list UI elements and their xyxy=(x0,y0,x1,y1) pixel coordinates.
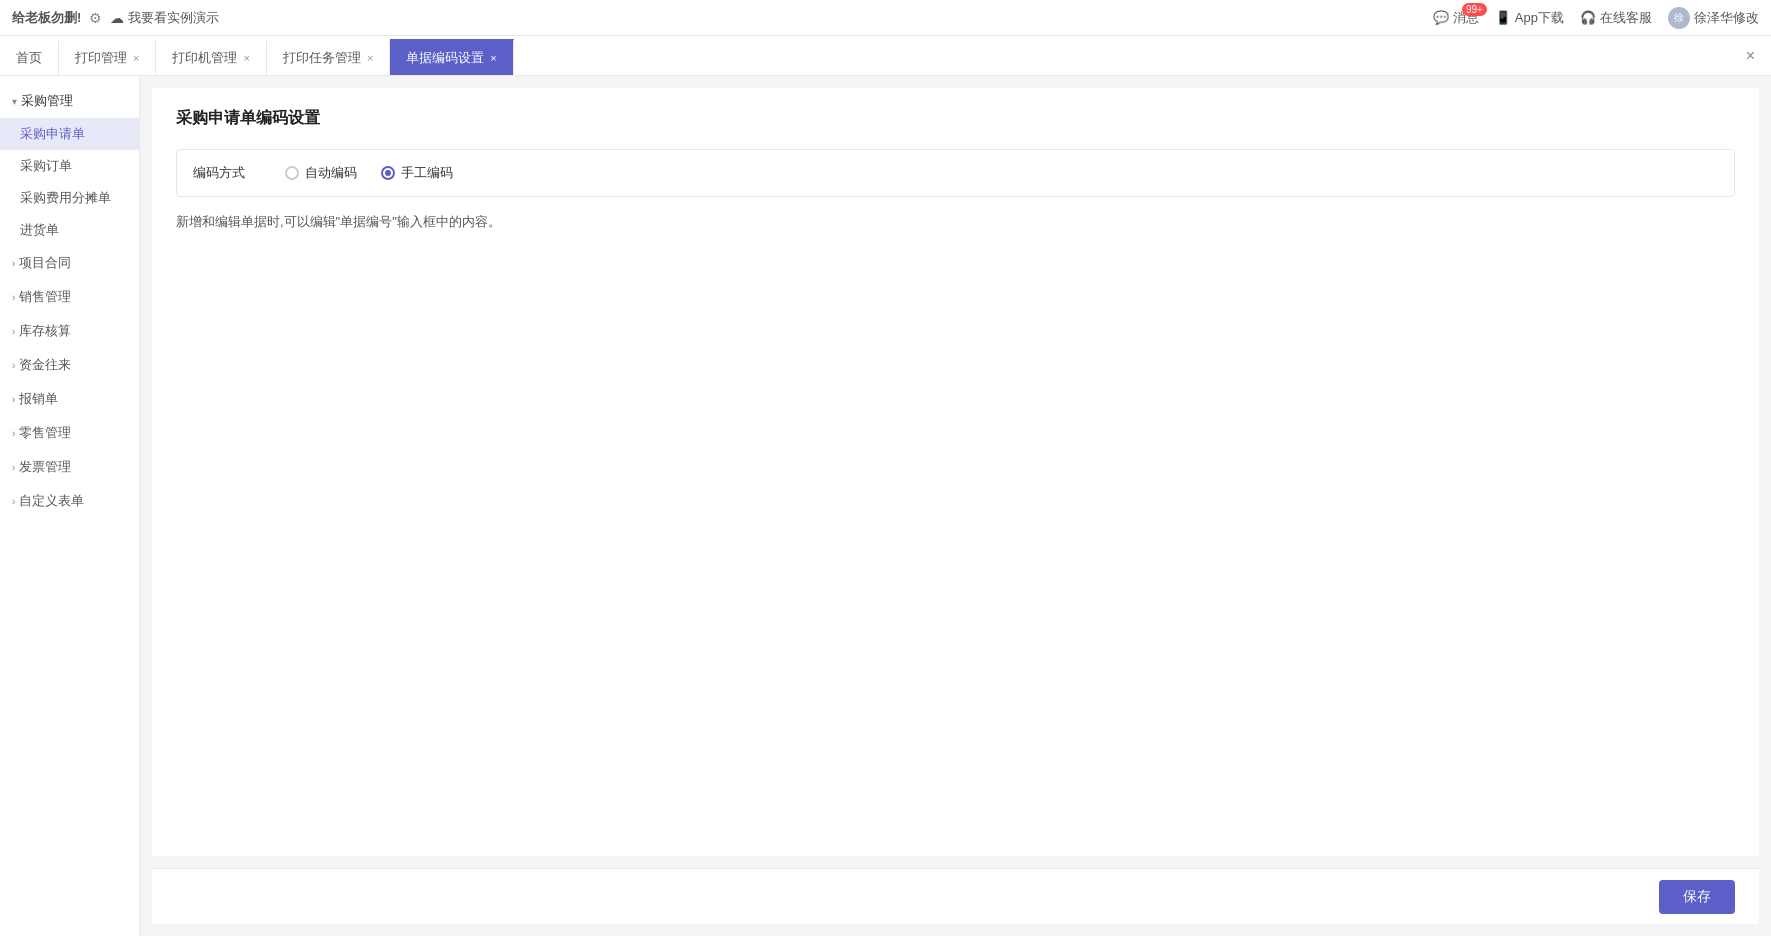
radio-manual-circle xyxy=(381,166,395,180)
footer-bar: 保存 xyxy=(152,868,1759,924)
sidebar-group-invoice-mgmt[interactable]: › 发票管理 xyxy=(0,450,139,484)
tab-print-mgmt[interactable]: 打印管理 × xyxy=(59,39,156,75)
hint-text: 新增和编辑单据时,可以编辑"单据编号"输入框中的内容。 xyxy=(176,213,1735,231)
tab-single-code-setting-close[interactable]: × xyxy=(490,53,496,64)
service-label: 在线客服 xyxy=(1600,9,1652,27)
encoding-label: 编码方式 xyxy=(193,164,253,182)
sidebar-group-purchase-mgmt[interactable]: ▾ 采购管理 xyxy=(0,84,139,118)
tab-printer-mgmt-label: 打印机管理 xyxy=(172,49,237,67)
online-service-button[interactable]: 🎧 在线客服 xyxy=(1580,9,1652,27)
sidebar-group-fund[interactable]: › 资金往来 xyxy=(0,348,139,382)
sidebar: ▾ 采购管理 采购申请单 采购订单 采购费用分摊单 进货单 › 项目合同 › 销… xyxy=(0,76,140,936)
sidebar-item-incoming[interactable]: 进货单 xyxy=(0,214,139,246)
app-download-button[interactable]: 📱 App下载 xyxy=(1495,9,1564,27)
tab-single-code-setting-label: 单据编码设置 xyxy=(406,49,484,67)
radio-auto-encoding[interactable]: 自动编码 xyxy=(285,164,357,182)
encoding-section: 编码方式 自动编码 手工编码 xyxy=(176,149,1735,197)
tab-print-task-mgmt[interactable]: 打印任务管理 × xyxy=(267,39,390,75)
sidebar-item-purchase-order[interactable]: 采购订单 xyxy=(0,150,139,182)
sidebar-group-sales-return[interactable]: › 报销单 xyxy=(0,382,139,416)
sidebar-group-custom-form-label: 自定义表单 xyxy=(19,492,84,510)
arrow-right-icon-6: › xyxy=(12,428,15,439)
app-label: App下载 xyxy=(1515,9,1564,27)
main-content: 采购申请单编码设置 编码方式 自动编码 手工编码 xyxy=(140,76,1771,936)
close-all-tabs-button[interactable]: × xyxy=(1746,47,1755,65)
radio-manual-encoding[interactable]: 手工编码 xyxy=(381,164,453,182)
tab-print-mgmt-close[interactable]: × xyxy=(133,53,139,64)
content-area: 采购申请单编码设置 编码方式 自动编码 手工编码 xyxy=(152,88,1759,856)
page-title: 采购申请单编码设置 xyxy=(176,108,1735,129)
sidebar-group-project-contract-label: 项目合同 xyxy=(19,254,71,272)
arrow-right-icon-3: › xyxy=(12,326,15,337)
top-bar-right: 💬 消息 99+ 📱 App下载 🎧 在线客服 徐 徐泽华修改 xyxy=(1433,7,1759,29)
message-badge: 99+ xyxy=(1462,3,1487,16)
sidebar-group-custom-form[interactable]: › 自定义表单 xyxy=(0,484,139,518)
tab-print-task-mgmt-close[interactable]: × xyxy=(367,53,373,64)
tab-home[interactable]: 首页 xyxy=(0,39,59,75)
sidebar-item-incoming-label: 进货单 xyxy=(20,222,59,237)
tab-printer-mgmt-close[interactable]: × xyxy=(243,53,249,64)
tab-bar: 首页 打印管理 × 打印机管理 × 打印任务管理 × 单据编码设置 × × xyxy=(0,36,1771,76)
tab-print-task-mgmt-label: 打印任务管理 xyxy=(283,49,361,67)
arrow-right-icon-4: › xyxy=(12,360,15,371)
sidebar-group-sales-return-label: 报销单 xyxy=(19,390,58,408)
arrow-right-icon-2: › xyxy=(12,292,15,303)
cloud-icon: ☁ xyxy=(110,10,124,26)
arrow-right-icon-7: › xyxy=(12,462,15,473)
arrow-right-icon: › xyxy=(12,258,15,269)
mobile-icon: 📱 xyxy=(1495,10,1511,25)
user-menu[interactable]: 徐 徐泽华修改 xyxy=(1668,7,1759,29)
sidebar-group-invoice-mgmt-label: 发票管理 xyxy=(19,458,71,476)
radio-auto-circle xyxy=(285,166,299,180)
user-name: 徐泽华修改 xyxy=(1694,9,1759,27)
headset-icon: 🎧 xyxy=(1580,10,1596,25)
radio-manual-label: 手工编码 xyxy=(401,164,453,182)
brand-label: 给老板勿删! xyxy=(12,9,81,27)
tab-print-mgmt-label: 打印管理 xyxy=(75,49,127,67)
main-layout: ▾ 采购管理 采购申请单 采购订单 采购费用分摊单 进货单 › 项目合同 › 销… xyxy=(0,76,1771,936)
sidebar-item-purchase-order-label: 采购订单 xyxy=(20,158,72,173)
tab-home-label: 首页 xyxy=(16,49,42,67)
message-button[interactable]: 💬 消息 99+ xyxy=(1433,9,1479,27)
encoding-row: 编码方式 自动编码 手工编码 xyxy=(193,164,1718,182)
sidebar-group-sales-mgmt-label: 销售管理 xyxy=(19,288,71,306)
message-icon: 💬 xyxy=(1433,10,1449,25)
sidebar-item-purchase-expense[interactable]: 采购费用分摊单 xyxy=(0,182,139,214)
sidebar-item-purchase-requisition-label: 采购申请单 xyxy=(20,126,85,141)
demo-label: 我要看实例演示 xyxy=(128,9,219,27)
avatar: 徐 xyxy=(1668,7,1690,29)
tab-single-code-setting[interactable]: 单据编码设置 × xyxy=(390,39,513,75)
sidebar-group-retail-mgmt-label: 零售管理 xyxy=(19,424,71,442)
settings-icon[interactable]: ⚙ xyxy=(89,10,102,26)
sidebar-group-inventory[interactable]: › 库存核算 xyxy=(0,314,139,348)
top-bar-left: 给老板勿删! ⚙ ☁ 我要看实例演示 xyxy=(12,9,219,27)
arrow-down-icon: ▾ xyxy=(12,96,17,107)
demo-link[interactable]: ☁ 我要看实例演示 xyxy=(110,9,219,27)
top-bar: 给老板勿删! ⚙ ☁ 我要看实例演示 💬 消息 99+ 📱 App下载 🎧 在线… xyxy=(0,0,1771,36)
sidebar-group-inventory-label: 库存核算 xyxy=(19,322,71,340)
radio-auto-label: 自动编码 xyxy=(305,164,357,182)
sidebar-group-sales-mgmt[interactable]: › 销售管理 xyxy=(0,280,139,314)
sidebar-group-fund-label: 资金往来 xyxy=(19,356,71,374)
sidebar-group-project-contract[interactable]: › 项目合同 xyxy=(0,246,139,280)
sidebar-group-retail-mgmt[interactable]: › 零售管理 xyxy=(0,416,139,450)
save-button[interactable]: 保存 xyxy=(1659,880,1735,914)
tab-printer-mgmt[interactable]: 打印机管理 × xyxy=(156,39,266,75)
sidebar-item-purchase-requisition[interactable]: 采购申请单 xyxy=(0,118,139,150)
sidebar-item-purchase-expense-label: 采购费用分摊单 xyxy=(20,190,111,205)
arrow-right-icon-5: › xyxy=(12,394,15,405)
arrow-right-icon-8: › xyxy=(12,496,15,507)
radio-group-encoding: 自动编码 手工编码 xyxy=(285,164,453,182)
sidebar-group-purchase-mgmt-label: 采购管理 xyxy=(21,92,73,110)
